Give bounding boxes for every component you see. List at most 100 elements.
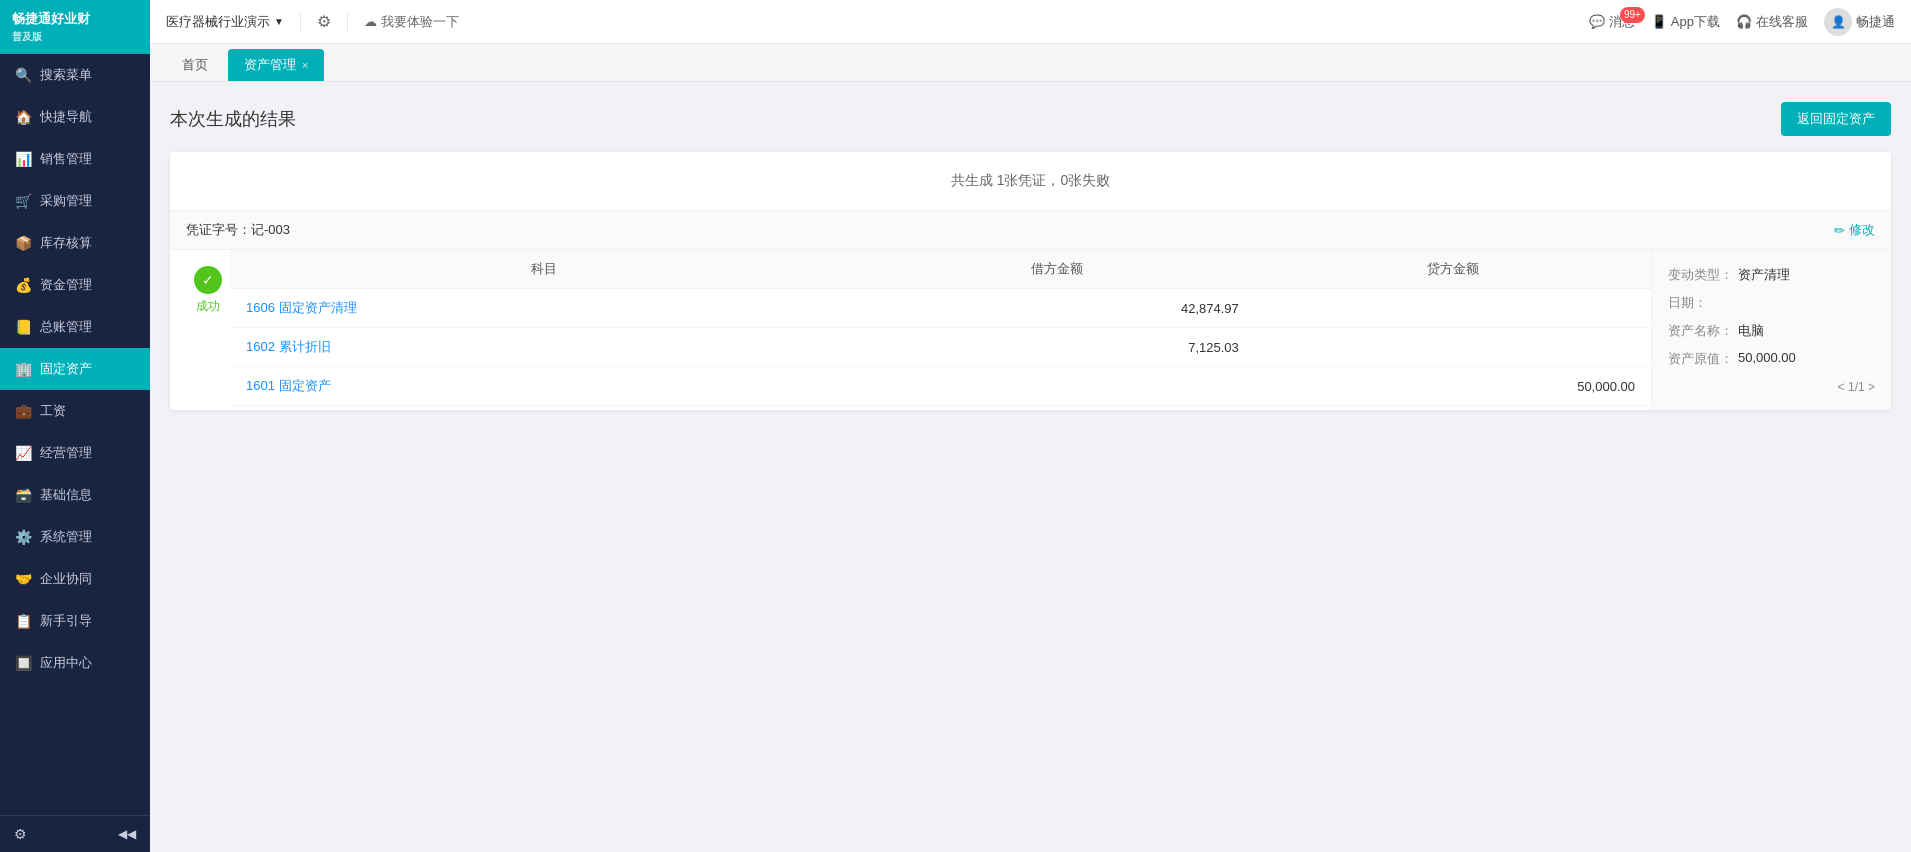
row-subject: 1602 累计折旧 [230, 328, 859, 367]
return-button[interactable]: 返回固定资产 [1781, 102, 1891, 136]
experience-button[interactable]: ☁ 我要体验一下 [364, 13, 459, 31]
voucher-table: 科目 借方金额 贷方金额 1606 固定资产清理 42,874.97 1602 … [230, 250, 1651, 406]
col-header-subject: 科目 [230, 250, 859, 289]
nav-icon: 🛒 [14, 193, 32, 209]
edit-icon: ✏ [1834, 223, 1845, 238]
sidebar-item-资金管理[interactable]: 💰资金管理 [0, 264, 150, 306]
nav-label: 库存核算 [40, 234, 92, 252]
cloud-icon: ☁ [364, 14, 377, 29]
online-service-button[interactable]: 🎧 在线客服 [1736, 13, 1808, 31]
row-credit [1255, 328, 1651, 367]
nav-icon: 🔍 [14, 67, 32, 83]
sidebar-item-库存核算[interactable]: 📦 库存核算 [0, 222, 150, 264]
collapse-icon[interactable]: ◀◀ [118, 827, 136, 841]
sidebar-item-企业协同[interactable]: 🤝企业协同 [0, 558, 150, 600]
sidebar-item-搜索菜单[interactable]: 🔍 搜索菜单 [0, 54, 150, 96]
dropdown-icon: ▼ [274, 16, 284, 27]
nav-label: 总账管理 [40, 318, 92, 336]
asset-value-value: 50,000.00 [1738, 350, 1796, 368]
nav-icon: 🏠 [14, 109, 32, 125]
nav-icon: 📋 [14, 613, 32, 629]
message-icon: 💬 [1589, 14, 1605, 29]
nav-icon: 💼 [14, 403, 32, 419]
table-wrapper: 科目 借方金额 贷方金额 1606 固定资产清理 42,874.97 1602 … [230, 250, 1651, 410]
headset-icon: 🎧 [1736, 14, 1752, 29]
app-download-button[interactable]: 📱 App下载 [1651, 13, 1720, 31]
sidebar-nav: 🔍 搜索菜单 🏠 快捷导航 📊销售管理 🛒 采购管理 📦 库存核算 💰资金管理📒总账管理🏢固定资产… [0, 54, 150, 684]
result-summary: 共生成 1张凭证，0张失败 [170, 152, 1891, 211]
sidebar-item-销售管理[interactable]: 📊销售管理 [0, 138, 150, 180]
col-header-credit: 贷方金额 [1255, 250, 1651, 289]
asset-value-label: 资产原值： [1668, 350, 1738, 368]
voucher-body: ✓ 成功 科目 借方金额 贷方金额 [170, 250, 1891, 410]
nav-label: 基础信息 [40, 486, 92, 504]
nav-label: 新手引导 [40, 612, 92, 630]
row-credit: 50,000.00 [1255, 367, 1651, 406]
tabbar: 首页 资产管理 × [150, 44, 1911, 82]
tab-asset-management[interactable]: 资产管理 × [228, 49, 324, 81]
settings-button[interactable]: ⚙ [317, 12, 331, 31]
change-type-value: 资产清理 [1738, 266, 1790, 284]
voucher-number: 凭证字号：记-003 [186, 221, 290, 239]
nav-label: 应用中心 [40, 654, 92, 672]
summary-text: 共生成 1张凭证，0张失败 [951, 172, 1110, 188]
sidebar-item-基础信息[interactable]: 🗃️ 基础信息 [0, 474, 150, 516]
nav-label: 经营管理 [40, 444, 92, 462]
nav-icon: 🔲 [14, 655, 32, 671]
user-area[interactable]: 👤 畅捷通 [1824, 8, 1895, 36]
nav-label: 固定资产 [40, 360, 92, 378]
nav-icon: 🤝 [14, 571, 32, 587]
nav-icon: 💰 [14, 277, 32, 293]
settings-icon[interactable]: ⚙ [14, 826, 27, 842]
status-cell: ✓ 成功 [170, 250, 230, 315]
side-date: 日期： [1668, 294, 1875, 312]
row-subject: 1601 固定资产 [230, 367, 859, 406]
topbar-divider [300, 12, 301, 32]
table-row: 1601 固定资产 50,000.00 [230, 367, 1651, 406]
main-container: 医疗器械行业演示 ▼ ⚙ ☁ 我要体验一下 💬 消息 99+ 📱 App下载 🎧… [150, 0, 1911, 852]
company-selector[interactable]: 医疗器械行业演示 ▼ [166, 13, 284, 31]
sidebar-item-经营管理[interactable]: 📈 经营管理 [0, 432, 150, 474]
sidebar-item-工资[interactable]: 💼工资 [0, 390, 150, 432]
app-logo: 畅捷通好业财 普及版 [0, 0, 150, 54]
experience-label: 我要体验一下 [381, 13, 459, 31]
table-row: 1606 固定资产清理 42,874.97 [230, 289, 1651, 328]
page-info: 1/1 [1848, 380, 1868, 394]
user-name: 畅捷通 [1856, 13, 1895, 31]
side-panel: 变动类型： 资产清理 日期： 资产名称： 电脑 [1651, 250, 1891, 410]
messages-button[interactable]: 💬 消息 99+ [1589, 13, 1635, 31]
nav-label: 搜索菜单 [40, 66, 92, 84]
change-type-label: 变动类型： [1668, 266, 1738, 284]
sidebar-item-新手引导[interactable]: 📋 新手引导 [0, 600, 150, 642]
nav-icon: 📦 [14, 235, 32, 251]
sidebar-item-快捷导航[interactable]: 🏠 快捷导航 [0, 96, 150, 138]
sidebar-item-应用中心[interactable]: 🔲 应用中心 [0, 642, 150, 684]
pagination[interactable]: < 1/1 > [1668, 380, 1875, 394]
sidebar-item-总账管理[interactable]: 📒总账管理 [0, 306, 150, 348]
sidebar-item-固定资产[interactable]: 🏢固定资产 [0, 348, 150, 390]
success-label: 成功 [196, 298, 220, 315]
row-debit: 42,874.97 [859, 289, 1255, 328]
next-page-icon[interactable]: > [1868, 380, 1875, 394]
nav-icon: 🗃️ [14, 487, 32, 503]
edit-button[interactable]: ✏ 修改 [1834, 221, 1875, 239]
tab-close-icon[interactable]: × [302, 59, 308, 71]
app-name: 畅捷通好业财 [12, 10, 90, 28]
sidebar-item-系统管理[interactable]: ⚙️ 系统管理 [0, 516, 150, 558]
nav-label: 快捷导航 [40, 108, 92, 126]
nav-icon: 📈 [14, 445, 32, 461]
nav-label: 系统管理 [40, 528, 92, 546]
row-debit: 7,125.03 [859, 328, 1255, 367]
sidebar-item-采购管理[interactable]: 🛒 采购管理 [0, 180, 150, 222]
table-row: 1602 累计折旧 7,125.03 [230, 328, 1651, 367]
prev-page-icon[interactable]: < [1838, 380, 1845, 394]
company-name: 医疗器械行业演示 [166, 13, 270, 31]
topbar-right: 💬 消息 99+ 📱 App下载 🎧 在线客服 👤 畅捷通 [1589, 8, 1895, 36]
page-header: 本次生成的结果 返回固定资产 [170, 102, 1891, 136]
app-download-label: App下载 [1671, 13, 1720, 31]
nav-icon: ⚙️ [14, 529, 32, 545]
page-content: 本次生成的结果 返回固定资产 共生成 1张凭证，0张失败 凭证字号：记-003 … [150, 82, 1911, 852]
voucher-header: 凭证字号：记-003 ✏ 修改 [170, 211, 1891, 250]
nav-label: 采购管理 [40, 192, 92, 210]
tab-home[interactable]: 首页 [166, 49, 224, 81]
